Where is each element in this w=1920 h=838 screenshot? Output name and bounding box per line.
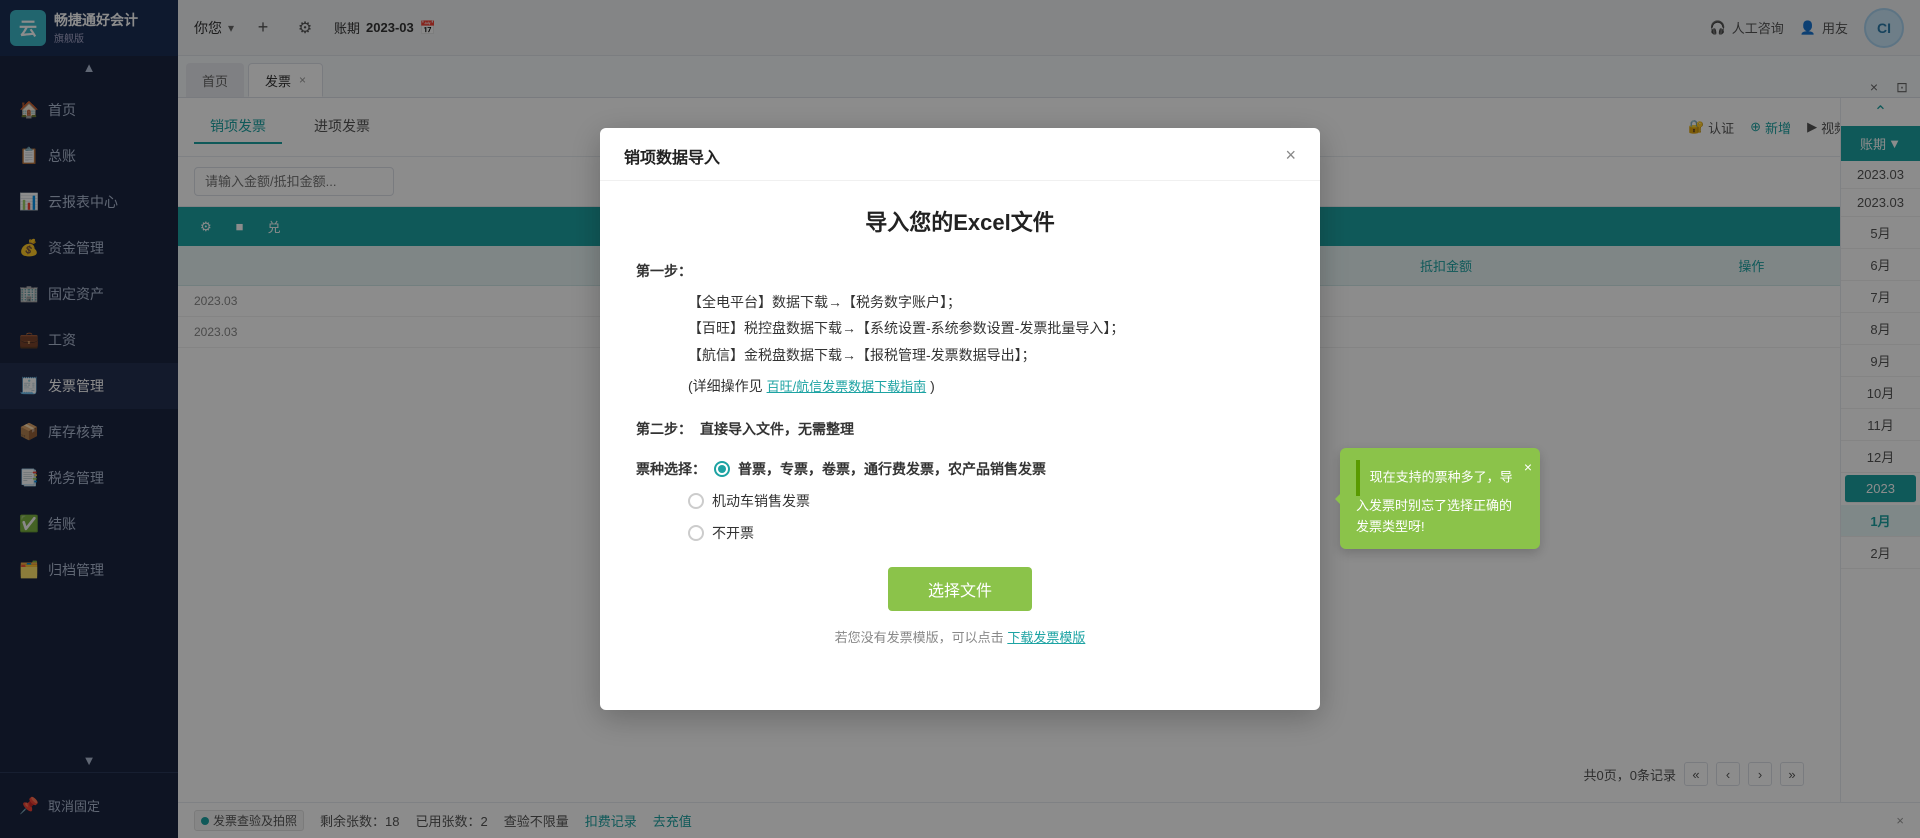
ticket-label: 票种选择： 普票，专票，卷票，通行费发票，农产品销售发票 [636,459,1284,479]
step1-content: 【全电平台】数据下载→【税务数字账户】； 【百旺】税控盘数据下载→【系统设置-系… [688,289,1284,399]
radio-group: 机动车销售发票 不开票 [688,491,1284,543]
select-file-btn[interactable]: 选择文件 [888,567,1032,611]
radio-motor-item[interactable]: 机动车销售发票 [688,491,1284,511]
step1-label: 第一步： [636,261,1284,281]
radio-motor-label: 机动车销售发票 [712,491,810,511]
modal-main-title: 导入您的Excel文件 [636,205,1284,237]
step2-text: 直接导入文件，无需整理 [700,419,854,439]
tooltip-text: 现在支持的票种多了，导入发票时别忘了选择正确的发票类型呀! [1356,469,1513,533]
ticket-select: 票种选择： 普票，专票，卷票，通行费发票，农产品销售发票 机动车销售发票 不开票 [636,459,1284,543]
step1-link-row: (详细操作见 百旺/航信发票数据下载指南 ) [688,373,1284,400]
radio-normal-label: 普票，专票，卷票，通行费发票，农产品销售发票 [738,459,1046,479]
download-note: 若您没有发票模版，可以点击 下载发票模版 [636,627,1284,646]
modal-close-btn[interactable]: × [1285,145,1296,166]
step1-guide-link[interactable]: 百旺/航信发票数据下载指南 [767,379,927,394]
radio-motor-circle [688,493,704,509]
step2-label: 第二步： 直接导入文件，无需整理 [636,419,1284,439]
modal-title: 销项数据导入 [624,144,720,168]
radio-normal-indicator [714,461,730,477]
step1-line-1: 【百旺】税控盘数据下载→【系统设置-系统参数设置-发票批量导入】； [688,315,1284,342]
step1-line-0: 【全电平台】数据下载→【税务数字账户】； [688,289,1284,316]
modal-overlay: 销项数据导入 × 导入您的Excel文件 第一步： 【全电平台】数据下载→【税务… [0,0,1920,838]
tooltip-bubble: × 现在支持的票种多了，导入发票时别忘了选择正确的发票类型呀! [1340,448,1540,550]
download-note-prefix: 若您没有发票模版，可以点击 [835,630,1004,645]
step1-link-suffix: ) [930,378,935,394]
step1-line-2: 【航信】金税盘数据下载→【报税管理-发票数据导出】； [688,342,1284,369]
step1-link-prefix: (详细操作见 [688,378,763,394]
modal-header: 销项数据导入 × [600,128,1320,181]
download-template-link[interactable]: 下载发票模版 [1007,630,1085,645]
step1-block: 第一步： 【全电平台】数据下载→【税务数字账户】； 【百旺】税控盘数据下载→【系… [636,261,1284,399]
step2-block: 第二步： 直接导入文件，无需整理 [636,419,1284,439]
radio-none-item[interactable]: 不开票 [688,523,1284,543]
tooltip-bar [1356,460,1360,496]
radio-none-label: 不开票 [712,523,754,543]
modal-body: 导入您的Excel文件 第一步： 【全电平台】数据下载→【税务数字账户】； 【百… [600,181,1320,670]
import-modal: 销项数据导入 × 导入您的Excel文件 第一步： 【全电平台】数据下载→【税务… [600,128,1320,710]
tooltip-close-btn[interactable]: × [1524,456,1532,478]
radio-none-circle [688,525,704,541]
